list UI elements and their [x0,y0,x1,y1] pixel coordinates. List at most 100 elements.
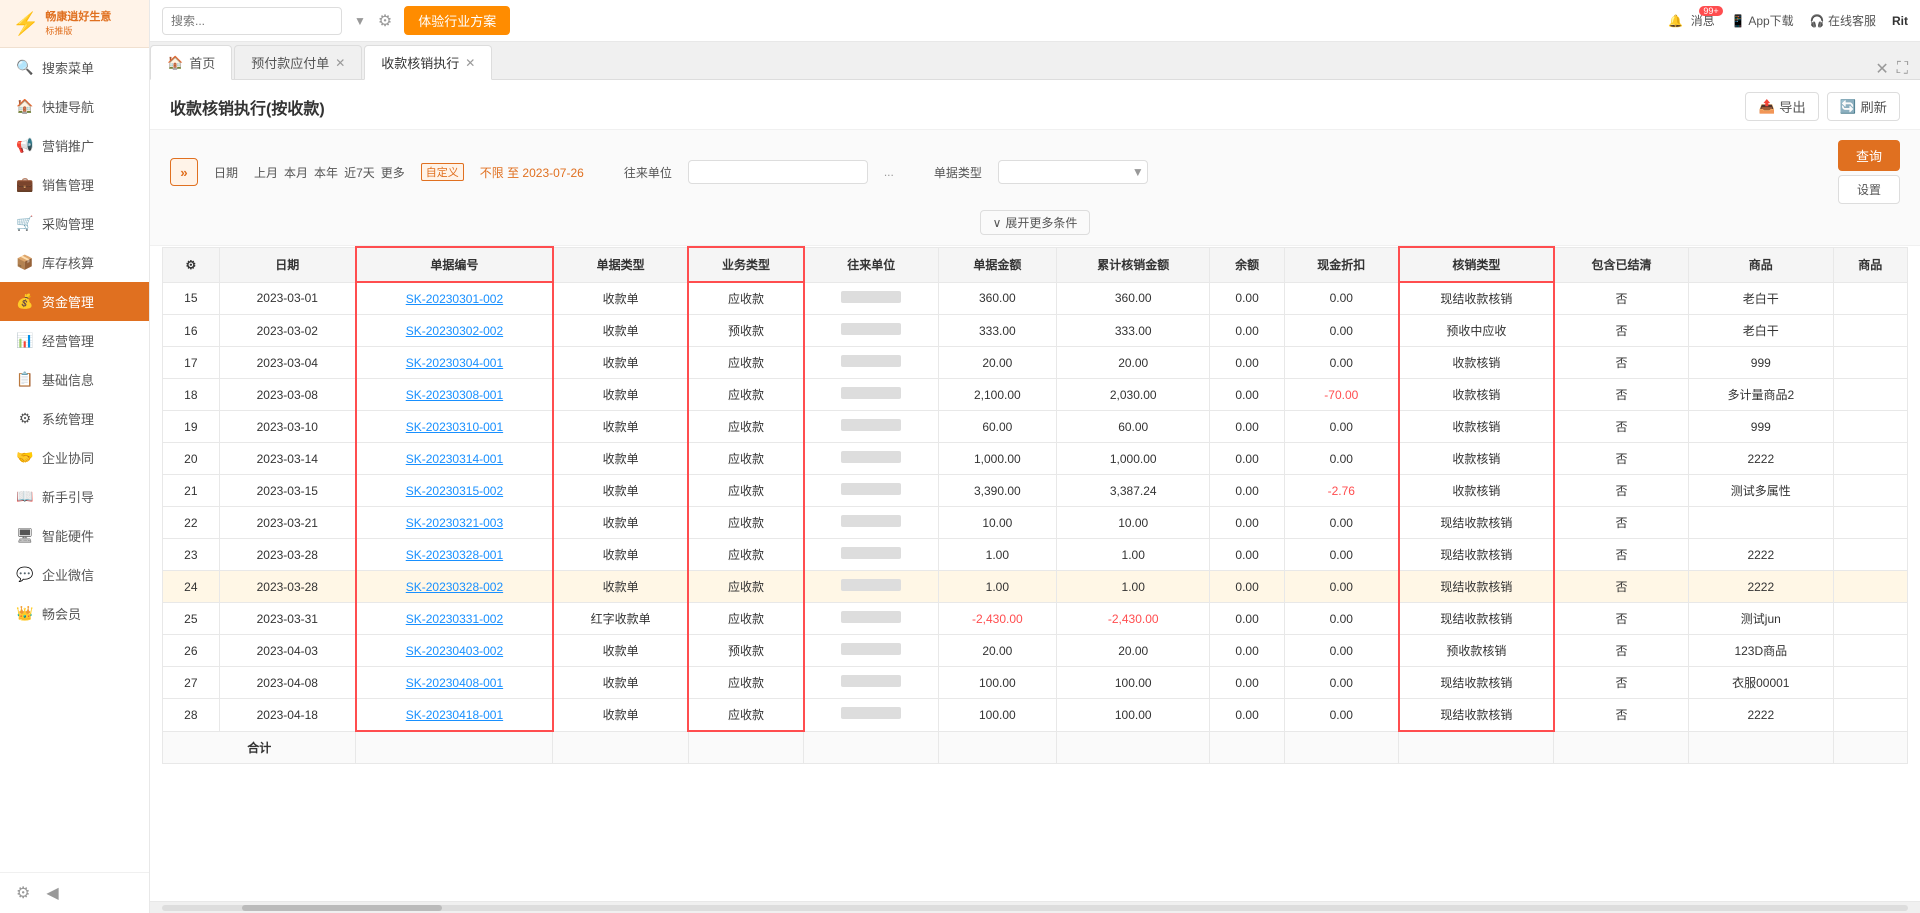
tab-home[interactable]: 🏠 首页 [150,45,232,80]
doc-no-link[interactable]: SK-20230321-003 [406,516,503,530]
sidebar-item-newguide[interactable]: 📖新手引导 [0,477,149,516]
sidebar-label-purchase: 采购管理 [42,214,94,233]
sidebar-item-purchase[interactable]: 🛒采购管理 [0,204,149,243]
sidebar-item-enterprise[interactable]: 🤝企业协同 [0,438,149,477]
cell-partner [804,603,938,635]
doc-no-link[interactable]: SK-20230408-001 [406,676,503,690]
col-gear[interactable]: ⚙ [163,247,220,282]
tab-prepay[interactable]: 预付款应付单 ✕ [234,45,362,79]
maximize-icon[interactable]: ⛶ [1897,60,1908,78]
sidebar-item-finance[interactable]: 💰资金管理 [0,282,149,321]
tab-collection[interactable]: 收款核销执行 ✕ [364,45,492,80]
query-btn[interactable]: 查询 [1838,140,1900,171]
doc-no-link[interactable]: SK-20230315-002 [406,484,503,498]
last7days-link[interactable]: 近7天 [344,164,375,181]
sidebar-item-marketing[interactable]: 📢营销推广 [0,126,149,165]
search-input[interactable] [162,7,342,35]
col-biz-type: 业务类型 [688,247,804,282]
sidebar-item-sales[interactable]: 💼销售管理 [0,165,149,204]
scroll-thumb[interactable] [242,905,442,911]
cell-cash-discount: 0.00 [1284,507,1399,539]
doc-no-link[interactable]: SK-20230310-001 [406,420,503,434]
main-area: ▼ ⚙ 体验行业方案 🔔 99+ 消息 📱 App下载 🎧 在线客服 Rit 🏠… [150,0,1920,913]
app-download-link[interactable]: 📱 App下载 [1731,12,1794,29]
table-header: ⚙ 日期 单据编号 单据类型 业务类型 往来单位 单据金额 累计核销金额 余额 … [163,247,1908,282]
last-month-link[interactable]: 上月 [254,164,278,181]
scroll-track[interactable] [162,905,1908,911]
sidebar-icon-search: 🔍 [16,59,34,77]
cell-amount: 60.00 [938,411,1056,443]
sidebar-item-hardware[interactable]: 🖥智能硬件 [0,516,149,555]
this-year-link[interactable]: 本年 [314,164,338,181]
more-link[interactable]: 更多 [381,164,405,181]
cell-writeoff-type: 现结收款核销 [1399,282,1554,315]
cell-amount: 1.00 [938,571,1056,603]
sidebar-item-operations[interactable]: 📊经营管理 [0,321,149,360]
industry-btn[interactable]: 体验行业方案 [404,6,510,35]
expand-btn[interactable]: ∨ 展开更多条件 [980,210,1091,235]
cell-no: 26 [163,635,220,667]
sidebar-items: 🔍搜索菜单🏠快捷导航📢营销推广💼销售管理🛒采购管理📦库存核算💰资金管理📊经营管理… [0,48,149,633]
close-window-icon[interactable]: ✕ [1875,59,1888,79]
tab-prepay-close[interactable]: ✕ [335,56,345,70]
cell-cash-discount: 0.00 [1284,571,1399,603]
sidebar-item-inventory[interactable]: 📦库存核算 [0,243,149,282]
doc-type-select[interactable] [998,160,1148,184]
doc-no-link[interactable]: SK-20230403-002 [406,644,503,658]
doc-no-link[interactable]: SK-20230328-002 [406,580,503,594]
partner-input[interactable] [688,160,868,184]
sidebar-item-weixin[interactable]: 💬企业微信 [0,555,149,594]
col-partner: 往来单位 [804,247,938,282]
collapse-icon[interactable]: ◀ [46,883,58,903]
sidebar-item-basic[interactable]: 📋基础信息 [0,360,149,399]
doc-no-link[interactable]: SK-20230418-001 [406,708,503,722]
table-row: 19 2023-03-10 SK-20230310-001 收款单 应收款 60… [163,411,1908,443]
cell-goods: 999 [1688,411,1833,443]
tab-collection-close[interactable]: ✕ [465,56,475,70]
cell-balance: 0.00 [1210,667,1284,699]
sidebar-label-enterprise: 企业协同 [42,448,94,467]
table-row: 27 2023-04-08 SK-20230408-001 收款单 应收款 10… [163,667,1908,699]
bell-icon: 🔔 [1668,14,1683,28]
cell-partner [804,635,938,667]
col-balance: 余额 [1210,247,1284,282]
sidebar-item-shortcut[interactable]: 🏠快捷导航 [0,87,149,126]
custom-tag[interactable]: 自定义 [421,163,464,181]
doc-no-link[interactable]: SK-20230304-001 [406,356,503,370]
notification-bell[interactable]: 🔔 99+ 消息 [1668,12,1714,29]
doc-no-link[interactable]: SK-20230302-002 [406,324,503,338]
doc-no-link[interactable]: SK-20230314-001 [406,452,503,466]
cell-date: 2023-03-15 [219,475,356,507]
dropdown-icon[interactable]: ▼ [354,14,366,28]
gear-icon[interactable]: ⚙ [378,11,392,31]
sidebar-item-search[interactable]: 🔍搜索菜单 [0,48,149,87]
sidebar-item-system[interactable]: ⚙系统管理 [0,399,149,438]
cell-doc-type: 收款单 [553,315,688,347]
cell-no: 18 [163,379,220,411]
cell-include-settled: 否 [1554,347,1688,379]
date-label: 日期 [214,164,238,181]
sidebar-label-marketing: 营销推广 [42,136,94,155]
cell-goods2 [1833,667,1907,699]
cell-writeoff-type: 收款核销 [1399,347,1554,379]
cell-date: 2023-03-28 [219,539,356,571]
cell-biz-type: 应收款 [688,443,804,475]
cell-cum-amount: 1,000.00 [1057,443,1210,475]
customer-service-link[interactable]: 🎧 在线客服 [1810,12,1876,29]
sidebar-item-member[interactable]: 👑畅会员 [0,594,149,633]
toggle-filter-btn[interactable]: » [170,158,198,186]
doc-no-link[interactable]: SK-20230331-002 [406,612,503,626]
footer-doc-type [553,731,688,763]
doc-no-link[interactable]: SK-20230308-001 [406,388,503,402]
this-month-link[interactable]: 本月 [284,164,308,181]
cell-biz-type: 应收款 [688,379,804,411]
user-name[interactable]: Rit [1892,14,1908,28]
partner-dots: ... [884,165,894,179]
settings-btn[interactable]: 设置 [1838,175,1900,204]
doc-no-link[interactable]: SK-20230301-002 [406,292,503,306]
refresh-btn[interactable]: 🔄 刷新 [1827,92,1900,121]
doc-no-link[interactable]: SK-20230328-001 [406,548,503,562]
settings-icon[interactable]: ⚙ [16,883,30,903]
export-btn[interactable]: 📤 导出 [1745,92,1818,121]
tab-home-label: 首页 [189,53,215,72]
